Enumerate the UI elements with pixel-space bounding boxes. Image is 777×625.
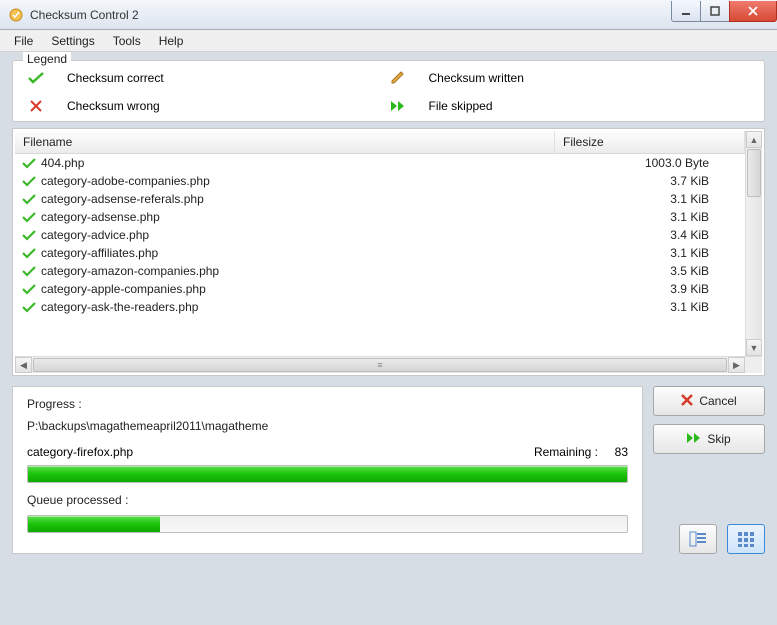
skip-icon	[389, 100, 407, 112]
menu-file[interactable]: File	[6, 32, 41, 50]
window-title: Checksum Control 2	[30, 8, 672, 22]
scroll-thumb[interactable]	[747, 149, 761, 197]
scroll-left-icon[interactable]: ◀	[15, 357, 32, 373]
col-filename[interactable]: Filename	[15, 131, 555, 153]
legend-text: Checksum correct	[67, 71, 164, 85]
row-filename: category-ask-the-readers.php	[41, 300, 559, 314]
menu-help[interactable]: Help	[151, 32, 192, 50]
file-list-panel: Filename Filesize 404.php1003.0 Bytecate…	[12, 128, 765, 376]
cancel-button[interactable]: Cancel	[653, 386, 765, 416]
check-icon	[21, 284, 37, 295]
file-progress-fill	[28, 466, 627, 482]
remaining: Remaining : 83	[534, 445, 628, 459]
pencil-icon	[389, 71, 407, 85]
check-icon	[21, 248, 37, 259]
table-row[interactable]: category-ask-the-readers.php3.1 KiB	[15, 298, 745, 316]
minimize-button[interactable]	[671, 1, 701, 22]
legend-item: Checksum written	[389, 71, 751, 85]
row-filesize: 3.1 KiB	[559, 210, 739, 224]
check-icon	[21, 212, 37, 223]
table-row[interactable]: category-affiliates.php3.1 KiB	[15, 244, 745, 262]
view-grid-button[interactable]	[727, 524, 765, 554]
row-filename: category-adsense-referals.php	[41, 192, 559, 206]
row-filesize: 1003.0 Byte	[559, 156, 739, 170]
skip-icon	[687, 432, 701, 446]
legend-text: File skipped	[429, 99, 493, 113]
scroll-corner	[745, 357, 762, 373]
row-filename: category-apple-companies.php	[41, 282, 559, 296]
scroll-thumb[interactable]: ≡	[33, 358, 727, 372]
window-buttons	[672, 1, 777, 22]
row-filesize: 3.1 KiB	[559, 300, 739, 314]
scroll-up-icon[interactable]: ▲	[746, 131, 762, 148]
check-icon	[21, 302, 37, 313]
legend-text: Checksum written	[429, 71, 524, 85]
table-row[interactable]: 404.php1003.0 Byte	[15, 154, 745, 172]
legend-item: Checksum correct	[27, 71, 389, 85]
table-row[interactable]: category-amazon-companies.php3.5 KiB	[15, 262, 745, 280]
col-filesize[interactable]: Filesize	[555, 131, 745, 153]
row-filesize: 3.5 KiB	[559, 264, 739, 278]
legend-box: Legend Checksum correct Checksum written…	[12, 60, 765, 122]
check-icon	[21, 230, 37, 241]
row-filesize: 3.1 KiB	[559, 246, 739, 260]
app-icon	[8, 7, 24, 23]
menu-tools[interactable]: Tools	[105, 32, 149, 50]
legend-item: File skipped	[389, 99, 751, 113]
progress-label: Progress :	[27, 397, 628, 411]
row-filesize: 3.9 KiB	[559, 282, 739, 296]
check-icon	[21, 158, 37, 169]
queue-label: Queue processed :	[27, 493, 628, 507]
legend-label: Legend	[23, 52, 71, 66]
list-body: 404.php1003.0 Bytecategory-adobe-compani…	[15, 154, 745, 356]
check-icon	[21, 176, 37, 187]
check-icon	[21, 266, 37, 277]
legend-item: Checksum wrong	[27, 99, 389, 113]
scroll-down-icon[interactable]: ▼	[746, 339, 762, 356]
legend-text: Checksum wrong	[67, 99, 160, 113]
table-row[interactable]: category-adsense.php3.1 KiB	[15, 208, 745, 226]
table-row[interactable]: category-adobe-companies.php3.7 KiB	[15, 172, 745, 190]
progress-panel: Progress : P:\backups\magathemeapril2011…	[12, 386, 643, 554]
row-filename: 404.php	[41, 156, 559, 170]
row-filename: category-affiliates.php	[41, 246, 559, 260]
queue-progress-fill	[28, 516, 160, 532]
table-row[interactable]: category-adsense-referals.php3.1 KiB	[15, 190, 745, 208]
check-icon	[27, 72, 45, 84]
skip-button[interactable]: Skip	[653, 424, 765, 454]
menubar: File Settings Tools Help	[0, 30, 777, 52]
view-list-button[interactable]	[679, 524, 717, 554]
progress-path: P:\backups\magathemeapril2011\magatheme	[27, 419, 628, 433]
row-filesize: 3.7 KiB	[559, 174, 739, 188]
row-filename: category-adsense.php	[41, 210, 559, 224]
check-icon	[21, 194, 37, 205]
maximize-button[interactable]	[700, 1, 730, 22]
row-filesize: 3.4 KiB	[559, 228, 739, 242]
file-progressbar	[27, 465, 628, 483]
row-filename: category-adobe-companies.php	[41, 174, 559, 188]
cancel-icon	[681, 394, 693, 409]
titlebar: Checksum Control 2	[0, 0, 777, 30]
table-row[interactable]: category-advice.php3.4 KiB	[15, 226, 745, 244]
vertical-scrollbar[interactable]: ▲ ▼	[745, 131, 762, 356]
horizontal-scrollbar[interactable]: ◀ ≡ ▶	[15, 356, 762, 373]
row-filename: category-advice.php	[41, 228, 559, 242]
current-file: category-firefox.php	[27, 445, 133, 459]
list-header: Filename Filesize	[15, 131, 745, 154]
scroll-right-icon[interactable]: ▶	[728, 357, 745, 373]
queue-progressbar	[27, 515, 628, 533]
table-row[interactable]: category-apple-companies.php3.9 KiB	[15, 280, 745, 298]
row-filename: category-amazon-companies.php	[41, 264, 559, 278]
cross-icon	[27, 100, 45, 112]
row-filesize: 3.1 KiB	[559, 192, 739, 206]
menu-settings[interactable]: Settings	[43, 32, 102, 50]
close-button[interactable]	[729, 1, 777, 22]
